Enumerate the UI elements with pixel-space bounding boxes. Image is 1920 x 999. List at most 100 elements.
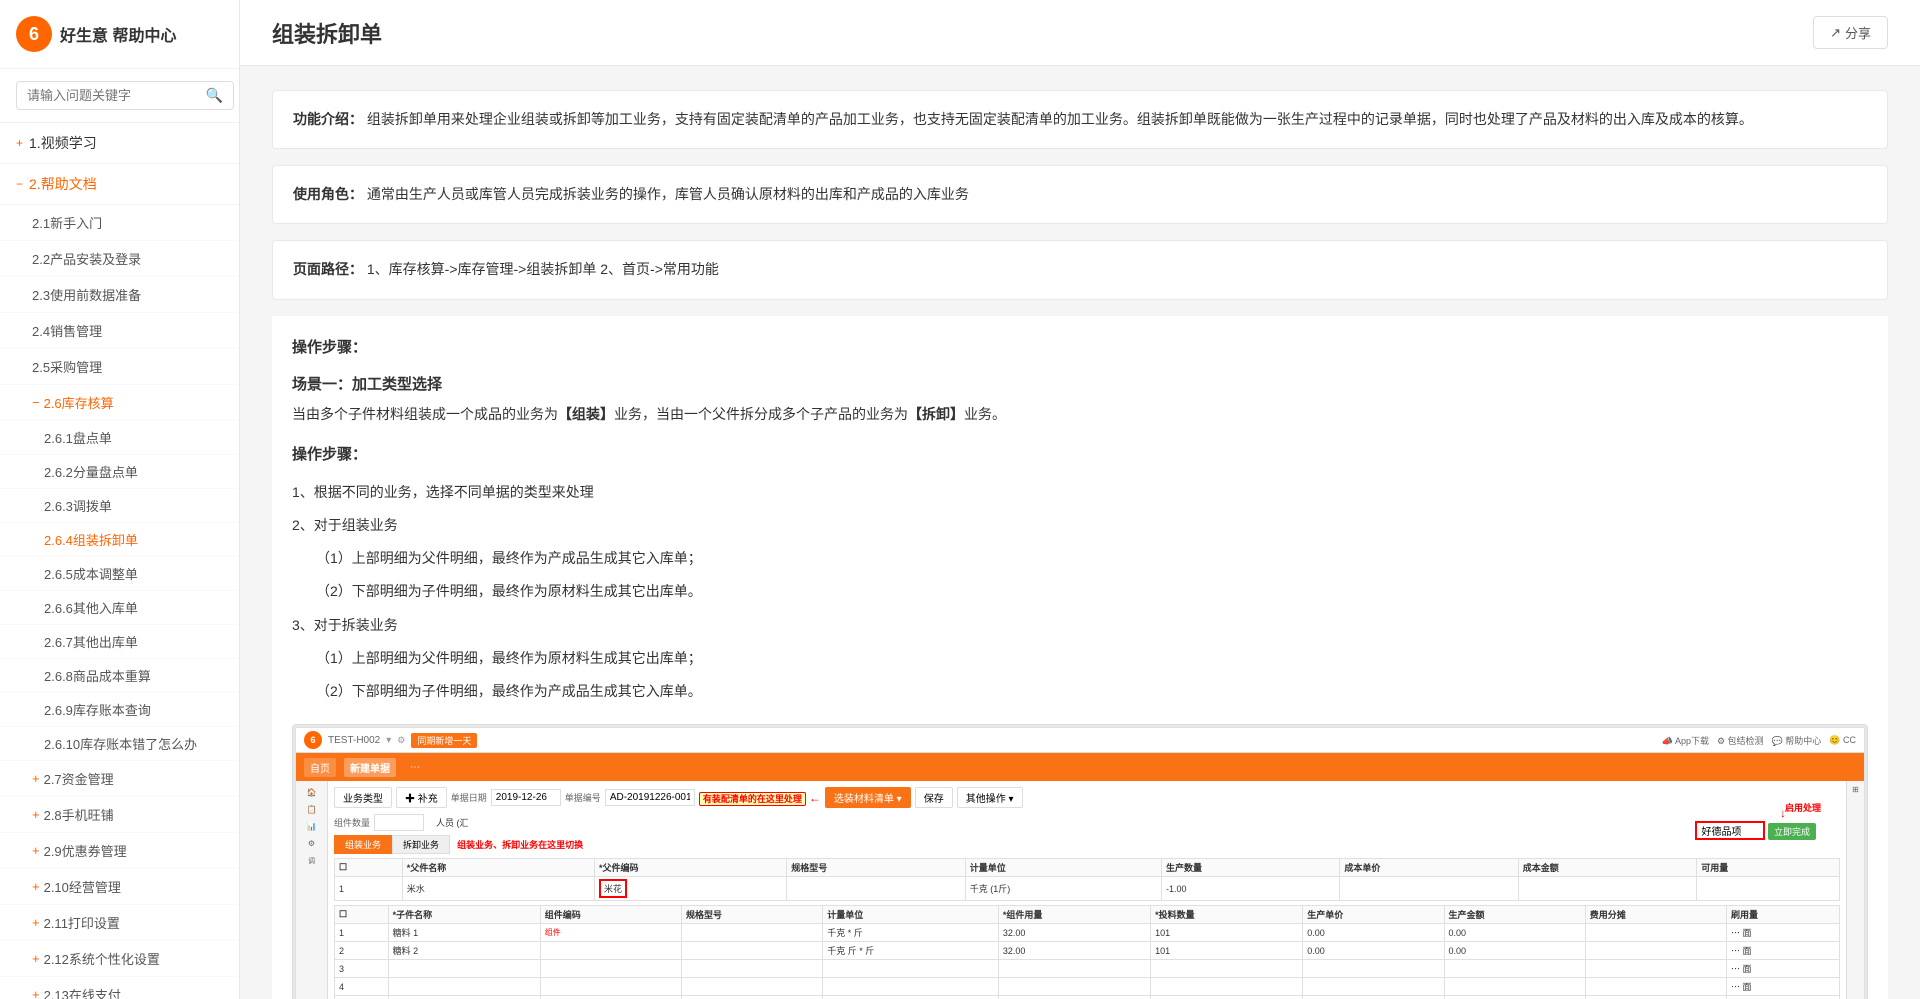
sidebar-item-23[interactable]: 2.3使用前数据准备 — [0, 277, 239, 313]
steps-label: 操作步骤： — [292, 443, 1868, 464]
share-button[interactable]: ↗ 分享 — [1813, 16, 1888, 49]
main-header: 组装拆卸单 ↗ 分享 — [240, 0, 1920, 66]
cell-avail-val — [1697, 877, 1840, 901]
plus-icon: + — [32, 951, 40, 966]
share-icon: ↗ — [1830, 25, 1841, 41]
fake-btn-more[interactable]: 其他操作 ▾ — [957, 787, 1023, 808]
col-subtotal: 生产金额 — [1444, 906, 1585, 924]
sidebar-item-label: 2.帮助文档 — [29, 174, 97, 194]
cell-code: 米花 — [594, 877, 786, 901]
sidebar-item-269[interactable]: 2.6.9库存账本查询 — [0, 693, 239, 727]
col-sublast: 刷用量 — [1726, 906, 1839, 924]
table-row: 1糖料 1组件 千克 * 斤32.001010.000.00⋯ 面 — [335, 924, 1840, 942]
col-subspec: 规格型号 — [681, 906, 822, 924]
sidebar-item-263[interactable]: 2.6.3调拨单 — [0, 489, 239, 523]
sidebar-item-29[interactable]: + 2.9优惠券管理 — [0, 833, 239, 869]
fake-app-window: 6 TEST-H002 ▾ ⚙ 同期新增一天 📣 App下载 ⚙ 包结检测 💬 … — [295, 727, 1865, 999]
fake-form-row2: 组件数量 人员 (汇 立即完成 启用处理 ↓ — [334, 814, 1840, 831]
sidebar-item-26[interactable]: − 2.6库存核算 — [0, 385, 239, 421]
sidebar-item-25[interactable]: 2.5采购管理 — [0, 349, 239, 385]
sidebar-item-2610[interactable]: 2.6.10库存账本错了怎么办 — [0, 727, 239, 761]
col-subcode: 组件编码 — [540, 906, 681, 924]
cell-spec — [787, 877, 965, 901]
cell-cost-val — [1340, 877, 1518, 901]
sidebar-item-label: 2.1新手入门 — [32, 213, 102, 232]
sidebar-item-label: 2.4销售管理 — [32, 321, 102, 340]
fake-btn-new[interactable]: 业务类型 — [334, 787, 392, 808]
sidebar-item-docs[interactable]: − 2.帮助文档 — [0, 164, 239, 205]
table-row: 3 ⋯ 面 — [335, 960, 1840, 978]
search-box: 🔍 — [0, 69, 239, 123]
col-check: ☐ — [335, 859, 403, 877]
sidebar-item-212[interactable]: + 2.12系统个性化设置 — [0, 941, 239, 977]
expand-icon: + — [16, 136, 23, 150]
search-input[interactable] — [16, 81, 234, 110]
sidebar-item-211[interactable]: + 2.11打印设置 — [0, 905, 239, 941]
col-qty: 生产数量 — [1161, 859, 1339, 877]
fake-person-label: 人员 (汇 — [436, 816, 469, 829]
fake-app-logo: 6 — [304, 731, 322, 749]
main-content: 组装拆卸单 ↗ 分享 功能介绍： 组装拆卸单用来处理企业组装或拆卸等加工业务，支… — [240, 0, 1920, 999]
table-row: 5 ⋯ 面 — [335, 996, 1840, 999]
sidebar-item-264[interactable]: 2.6.4组装拆卸单 — [0, 523, 239, 557]
scene1-title: 场景一：加工类型选择 — [292, 373, 1868, 394]
steps-content: 操作步骤： 场景一：加工类型选择 当由多个子件材料组装成一个成品的业务为【组装】… — [272, 316, 1888, 999]
page-title: 组装拆卸单 — [272, 17, 382, 49]
fake-new-btn: 同期新增一天 — [411, 733, 477, 748]
sidebar-item-27[interactable]: + 2.7资金管理 — [0, 761, 239, 797]
logo-area: 6 好生意 帮助中心 — [0, 0, 239, 69]
cell-total-val — [1518, 877, 1696, 901]
steps-title: 操作步骤： — [292, 336, 1868, 357]
sidebar-item-video[interactable]: + 1.视频学习 — [0, 123, 239, 164]
fake-btn-add[interactable]: ✚ 补充 — [396, 787, 447, 808]
step3-1: （1）上部明细为父件明细，最终作为原材料生成其它出库单； — [292, 646, 1868, 671]
sidebar-item-24[interactable]: 2.4销售管理 — [0, 313, 239, 349]
fake-btn-select[interactable]: 选装材料清单 ▾ — [825, 787, 911, 808]
sidebar-item-21[interactable]: 2.1新手入门 — [0, 205, 239, 241]
scene1-desc: 当由多个子件材料组装成一个成品的业务为【组装】业务，当由一个父件拆分成多个子产品… — [292, 402, 1868, 427]
cell-code-highlighted: 米花 — [599, 879, 627, 898]
fake-qty-input[interactable] — [374, 814, 424, 831]
fake-app-id: TEST-H002 — [328, 735, 380, 746]
annotation3-text: 启用处理 — [1785, 801, 1821, 814]
sidebar-item-261[interactable]: 2.6.1盘点单 — [0, 421, 239, 455]
sidebar: 6 好生意 帮助中心 🔍 + 1.视频学习 − 2.帮助文档 2.1新手入门 2… — [0, 0, 240, 999]
fake-switch-assemble[interactable]: 组装业务 — [334, 835, 392, 854]
search-button[interactable]: 🔍 — [206, 87, 223, 104]
sidebar-item-262[interactable]: 2.6.2分量盘点单 — [0, 455, 239, 489]
fake-nav-new: 新建单据 — [344, 758, 396, 777]
col-subcount: *投料数量 — [1151, 906, 1303, 924]
fake-num-label: 单据编号 — [565, 791, 601, 804]
sidebar-item-label: 2.2产品安装及登录 — [32, 249, 141, 268]
table-row: 1 米水 米花 千克 (1斤) -1.00 — [335, 877, 1840, 901]
sidebar-item-label: 2.3使用前数据准备 — [32, 285, 141, 304]
annotation1-text: 有装配清单的在这里处理 — [699, 792, 806, 806]
sidebar-item-label: 2.6库存核算 — [44, 393, 114, 412]
col-code: *父件编码 — [594, 859, 786, 877]
fake-mini-sidebar: 🏠 📋 📊 ⚙ 调 — [296, 781, 328, 999]
role-text: 通常由生产人员或库管人员完成拆装业务的操作，库管人员确认原材料的出库和产成品的入… — [367, 186, 969, 202]
fake-nav-list: ⋯ — [404, 760, 426, 775]
fake-btn-save[interactable]: 保存 — [915, 787, 953, 808]
content-area: 功能介绍： 组装拆卸单用来处理企业组装或拆卸等加工业务，支持有固定装配清单的产品… — [240, 66, 1920, 999]
sidebar-item-213[interactable]: + 2.13在线支付 — [0, 977, 239, 999]
fake-switch-disassemble[interactable]: 拆卸业务 — [392, 835, 450, 854]
sidebar-item-266[interactable]: 2.6.6其他入库单 — [0, 591, 239, 625]
fake-date-input[interactable] — [491, 789, 561, 806]
col-subunit: 计量单位 — [823, 906, 999, 924]
sidebar-item-268[interactable]: 2.6.8商品成本重算 — [0, 659, 239, 693]
function-intro-block: 功能介绍： 组装拆卸单用来处理企业组装或拆卸等加工业务，支持有固定装配清单的产品… — [272, 90, 1888, 149]
sidebar-item-267[interactable]: 2.6.7其他出库单 — [0, 625, 239, 659]
collapse-icon: − — [16, 177, 23, 191]
fake-qty-label: 组件数量 — [334, 816, 370, 829]
fake-num-input[interactable] — [605, 789, 695, 806]
sidebar-item-265[interactable]: 2.6.5成本调整单 — [0, 557, 239, 591]
sidebar-item-label: 1.视频学习 — [29, 133, 97, 153]
cell-qty-val: -1.00 — [1161, 877, 1339, 901]
sidebar-item-28[interactable]: + 2.8手机旺铺 — [0, 797, 239, 833]
sidebar-item-22[interactable]: 2.2产品安装及登录 — [0, 241, 239, 277]
nav-section: + 1.视频学习 − 2.帮助文档 2.1新手入门 2.2产品安装及登录 2.3… — [0, 123, 239, 999]
fake-topbar: 6 TEST-H002 ▾ ⚙ 同期新增一天 📣 App下载 ⚙ 包结检测 💬 … — [296, 728, 1864, 753]
fake-upper-table: ☐ *父件名称 *父件编码 规格型号 计量单位 生产数量 成本单价 — [334, 858, 1840, 901]
sidebar-item-210[interactable]: + 2.10经营管理 — [0, 869, 239, 905]
